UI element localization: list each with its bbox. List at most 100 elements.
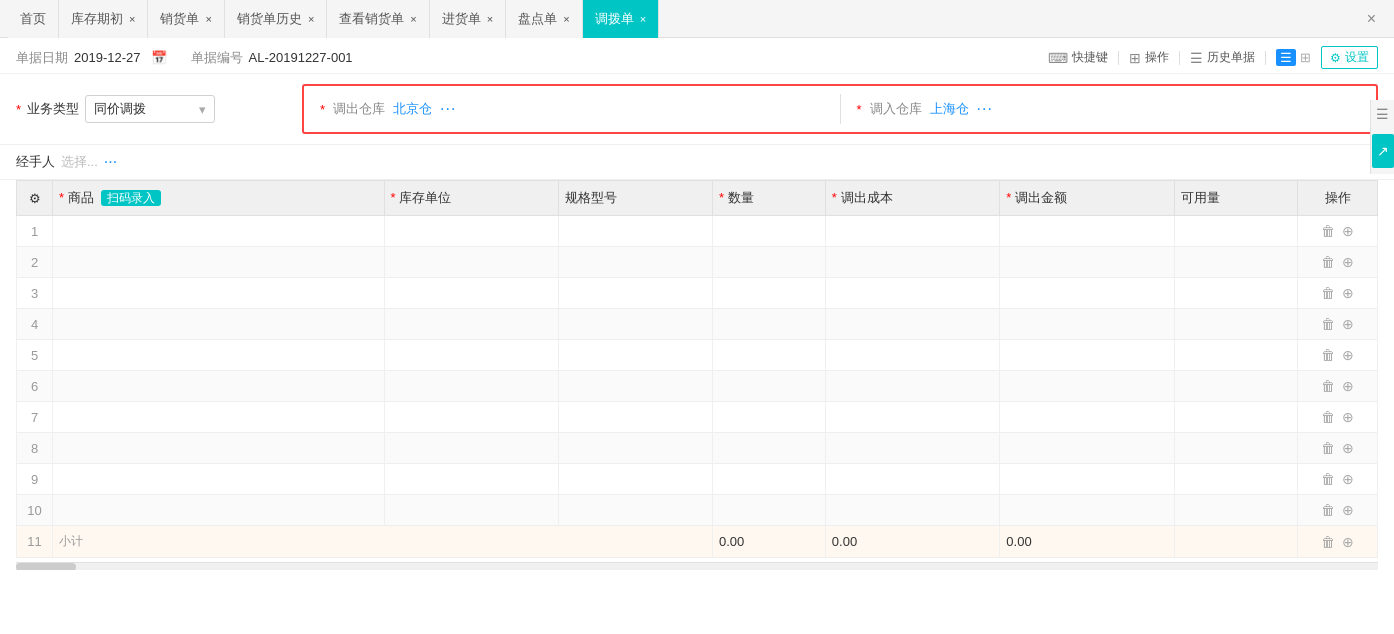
quantity-cell[interactable] — [712, 309, 825, 340]
copy-icon[interactable]: ⊕ — [1342, 378, 1354, 394]
product-cell[interactable] — [53, 216, 385, 247]
horizontal-scrollbar[interactable] — [16, 562, 1378, 570]
shortcut-button[interactable]: ⌨ 快捷键 — [1048, 49, 1108, 66]
history-button[interactable]: ☰ 历史单据 — [1190, 49, 1255, 66]
copy-icon[interactable]: ⊕ — [1342, 471, 1354, 487]
product-cell[interactable] — [53, 309, 385, 340]
delete-icon[interactable]: 🗑 — [1321, 347, 1335, 363]
delete-icon[interactable]: 🗑 — [1321, 471, 1335, 487]
available-cell[interactable] — [1174, 278, 1297, 309]
unit-cell[interactable] — [384, 278, 558, 309]
available-cell[interactable] — [1174, 247, 1297, 278]
tab-inventory-init-close[interactable]: × — [129, 13, 135, 25]
cost-cell[interactable] — [825, 216, 999, 247]
person-select[interactable]: 选择... — [61, 153, 98, 171]
unit-cell[interactable] — [384, 216, 558, 247]
copy-icon[interactable]: ⊕ — [1342, 409, 1354, 425]
spec-cell[interactable] — [559, 340, 713, 371]
cost-cell[interactable] — [825, 371, 999, 402]
delete-icon[interactable]: 🗑 — [1321, 285, 1335, 301]
tab-sales-order-close[interactable]: × — [205, 13, 211, 25]
copy-icon[interactable]: ⊕ — [1342, 316, 1354, 332]
delete-icon[interactable]: 🗑 — [1321, 440, 1335, 456]
product-cell[interactable] — [53, 495, 385, 526]
product-cell[interactable] — [53, 402, 385, 433]
layout-grid-icon[interactable]: ⊞ — [1300, 50, 1311, 65]
cost-cell[interactable] — [825, 464, 999, 495]
copy-icon[interactable]: ⊕ — [1342, 285, 1354, 301]
quantity-cell[interactable] — [712, 464, 825, 495]
amount-cell[interactable] — [1000, 216, 1174, 247]
cost-cell[interactable] — [825, 247, 999, 278]
quantity-cell[interactable] — [712, 216, 825, 247]
calendar-icon[interactable]: 📅 — [151, 50, 167, 65]
operation-button[interactable]: ⊞ 操作 — [1129, 49, 1169, 66]
tab-sales-history-close[interactable]: × — [308, 13, 314, 25]
product-cell[interactable] — [53, 247, 385, 278]
available-cell[interactable] — [1174, 433, 1297, 464]
quantity-cell[interactable] — [712, 495, 825, 526]
unit-cell[interactable] — [384, 495, 558, 526]
quantity-cell[interactable] — [712, 247, 825, 278]
amount-cell[interactable] — [1000, 495, 1174, 526]
delete-icon[interactable]: 🗑 — [1321, 378, 1335, 394]
layout-list-icon[interactable]: ☰ — [1276, 49, 1296, 66]
cost-cell[interactable] — [825, 433, 999, 464]
spec-cell[interactable] — [559, 495, 713, 526]
unit-cell[interactable] — [384, 433, 558, 464]
amount-cell[interactable] — [1000, 247, 1174, 278]
business-type-select[interactable]: 同价调拨 ▾ — [85, 95, 215, 123]
unit-cell[interactable] — [384, 247, 558, 278]
spec-cell[interactable] — [559, 433, 713, 464]
product-cell[interactable] — [53, 278, 385, 309]
unit-cell[interactable] — [384, 340, 558, 371]
warehouse-in-dots[interactable]: ··· — [977, 100, 993, 118]
cost-cell[interactable] — [825, 495, 999, 526]
product-cell[interactable] — [53, 464, 385, 495]
spec-cell[interactable] — [559, 278, 713, 309]
copy-icon[interactable]: ⊕ — [1342, 440, 1354, 456]
warehouse-out-dots[interactable]: ··· — [440, 100, 456, 118]
quantity-cell[interactable] — [712, 340, 825, 371]
cost-cell[interactable] — [825, 278, 999, 309]
unit-cell[interactable] — [384, 464, 558, 495]
quantity-cell[interactable] — [712, 402, 825, 433]
unit-cell[interactable] — [384, 371, 558, 402]
spec-cell[interactable] — [559, 402, 713, 433]
product-cell[interactable] — [53, 340, 385, 371]
copy-icon[interactable]: ⊕ — [1342, 223, 1354, 239]
available-cell[interactable] — [1174, 309, 1297, 340]
copy-icon[interactable]: ⊕ — [1342, 534, 1354, 550]
right-panel-list-icon[interactable]: ☰ — [1376, 106, 1389, 122]
delete-icon[interactable]: 🗑 — [1321, 254, 1335, 270]
copy-icon[interactable]: ⊕ — [1342, 502, 1354, 518]
copy-icon[interactable]: ⊕ — [1342, 347, 1354, 363]
amount-cell[interactable] — [1000, 464, 1174, 495]
available-cell[interactable] — [1174, 402, 1297, 433]
tab-transfer[interactable]: 调拨单 × — [583, 0, 659, 38]
tab-stocktake[interactable]: 盘点单 × — [506, 0, 582, 38]
quantity-cell[interactable] — [712, 433, 825, 464]
available-cell[interactable] — [1174, 216, 1297, 247]
available-cell[interactable] — [1174, 495, 1297, 526]
col-gear[interactable]: ⚙ — [17, 181, 53, 216]
amount-cell[interactable] — [1000, 340, 1174, 371]
tab-stocktake-close[interactable]: × — [563, 13, 569, 25]
delete-icon[interactable]: 🗑 — [1321, 534, 1335, 550]
tab-view-sales-close[interactable]: × — [410, 13, 416, 25]
tab-sales-order[interactable]: 销货单 × — [148, 0, 224, 38]
spec-cell[interactable] — [559, 247, 713, 278]
quantity-cell[interactable] — [712, 278, 825, 309]
delete-icon[interactable]: 🗑 — [1321, 502, 1335, 518]
amount-cell[interactable] — [1000, 278, 1174, 309]
spec-cell[interactable] — [559, 216, 713, 247]
unit-cell[interactable] — [384, 309, 558, 340]
delete-icon[interactable]: 🗑 — [1321, 223, 1335, 239]
cost-cell[interactable] — [825, 309, 999, 340]
amount-cell[interactable] — [1000, 402, 1174, 433]
tab-sales-history[interactable]: 销货单历史 × — [225, 0, 327, 38]
delete-icon[interactable]: 🗑 — [1321, 409, 1335, 425]
unit-cell[interactable] — [384, 402, 558, 433]
spec-cell[interactable] — [559, 371, 713, 402]
available-cell[interactable] — [1174, 340, 1297, 371]
